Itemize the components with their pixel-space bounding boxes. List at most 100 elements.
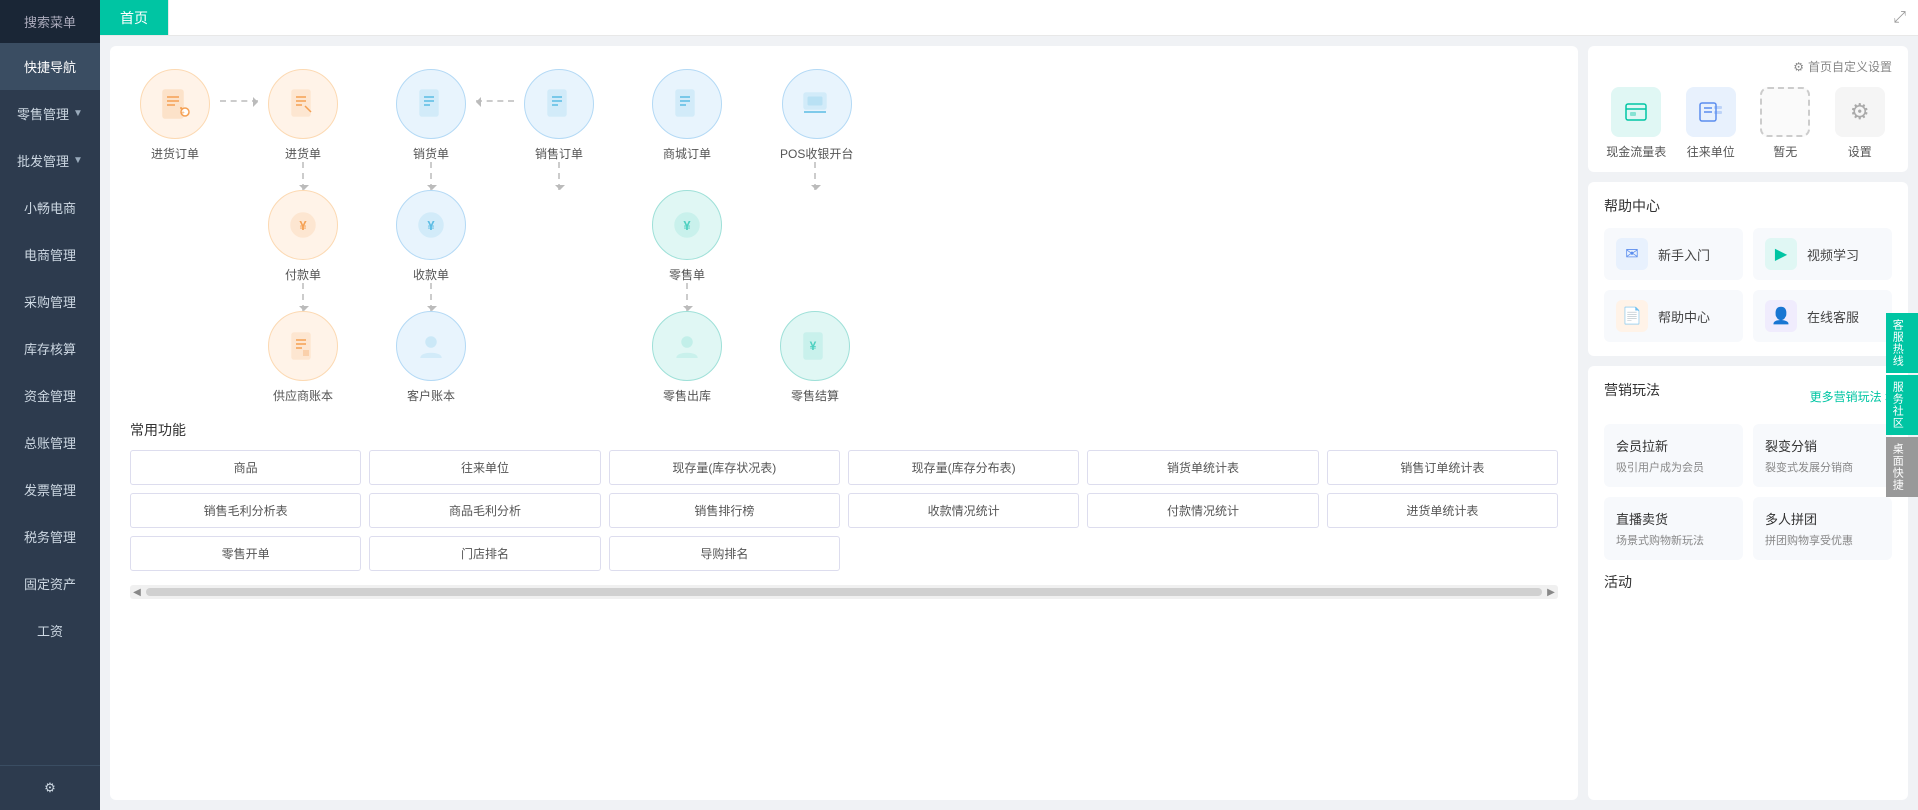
- cf-btn-sales-profit[interactable]: 销售毛利分析表: [130, 493, 361, 528]
- flow-node-retail-settle[interactable]: ¥ 零售结算: [780, 311, 850, 404]
- connector-1: [220, 66, 258, 136]
- sidebar-item-finance[interactable]: 资金管理: [0, 372, 100, 419]
- float-buttons: 客服热线 服务社区 桌面快捷: [1886, 313, 1918, 497]
- mkt-live-desc: 场景式购物新玩法: [1616, 532, 1731, 548]
- horizontal-scrollbar[interactable]: ◀ ▶: [130, 585, 1558, 599]
- tab-home[interactable]: 首页: [100, 0, 169, 35]
- help-doc-label: 帮助中心: [1658, 307, 1710, 326]
- mkt-fission-title: 裂变分销: [1765, 436, 1880, 455]
- cf-btn-retail-order[interactable]: 零售开单: [130, 536, 361, 571]
- customize-header[interactable]: ⚙ 首页自定义设置: [1604, 58, 1892, 75]
- mkt-member[interactable]: 会员拉新 吸引用户成为会员: [1604, 424, 1743, 487]
- cf-btn-sales-order-stat[interactable]: 销售订单统计表: [1327, 450, 1558, 485]
- cash-flow-label: 现金流量表: [1606, 143, 1666, 160]
- cf-btn-goods[interactable]: 商品: [130, 450, 361, 485]
- flow-node-mall-order[interactable]: 商城订单: [652, 69, 722, 162]
- sidebar-item-retail[interactable]: 零售管理 ▼: [0, 90, 100, 137]
- flow-node-supplier-account[interactable]: 供应商账本: [268, 311, 338, 404]
- left-panel: + 进货订单: [110, 46, 1578, 800]
- v-arrow-payment-out: [302, 283, 304, 311]
- cf-btn-stock2[interactable]: 现存量(库存分布表): [848, 450, 1079, 485]
- cf-btn-receipt-stat[interactable]: 收款情况统计: [848, 493, 1079, 528]
- qi-settings[interactable]: ⚙ 设置: [1828, 87, 1893, 160]
- flow-col-retail-order: ¥ 零售单: [642, 190, 732, 283]
- video-label: 视频学习: [1807, 245, 1859, 264]
- flow-col-pos: POS收银开台: [770, 69, 863, 162]
- help-item-video[interactable]: ▶ 视频学习: [1753, 228, 1892, 280]
- cf-btn-store-rank[interactable]: 门店排名: [369, 536, 600, 571]
- sidebar-item-quicknav[interactable]: 快捷导航: [0, 43, 100, 90]
- mkt-group[interactable]: 多人拼团 拼团购物享受优惠: [1753, 497, 1892, 560]
- customer-account-label: 客户账本: [407, 387, 455, 404]
- sidebar-search[interactable]: 搜索菜单: [0, 0, 100, 43]
- flow-node-payment-out[interactable]: ¥ 付款单: [268, 190, 338, 283]
- beginner-label: 新手入门: [1658, 245, 1710, 264]
- sidebar-item-inventory[interactable]: 库存核算: [0, 325, 100, 372]
- expand-icon[interactable]: ⤢: [1881, 9, 1918, 27]
- scroll-right-arrow[interactable]: ▶: [1544, 585, 1558, 599]
- cf-btn-goods-profit[interactable]: 商品毛利分析: [369, 493, 600, 528]
- payment-in-label: 收款单: [413, 266, 449, 283]
- sidebar-item-assets[interactable]: 固定资产: [0, 560, 100, 607]
- mkt-group-desc: 拼团购物享受优惠: [1765, 532, 1880, 548]
- cf-btn-sales-stat[interactable]: 销货单统计表: [1087, 450, 1318, 485]
- scroll-left-arrow[interactable]: ◀: [130, 585, 144, 599]
- help-item-help[interactable]: 📄 帮助中心: [1604, 290, 1743, 342]
- cf-btn-contacts[interactable]: 往来单位: [369, 450, 600, 485]
- flow-node-purchase-bill[interactable]: 进货单: [268, 69, 338, 162]
- sidebar-settings[interactable]: ⚙: [0, 765, 100, 810]
- scroll-thumb[interactable]: [146, 588, 1542, 596]
- help-item-service[interactable]: 👤 在线客服: [1753, 290, 1892, 342]
- sidebar-item-ledger[interactable]: 总账管理: [0, 419, 100, 466]
- flow-node-payment-in[interactable]: ¥ 收款单: [396, 190, 466, 283]
- flow-col-retail-settle: ¥ 零售结算: [770, 311, 860, 404]
- float-btn-community[interactable]: 服务社区: [1886, 375, 1918, 435]
- marketing-more[interactable]: 更多营销玩法 >: [1810, 388, 1892, 405]
- help-item-beginner[interactable]: ✉ 新手入门: [1604, 228, 1743, 280]
- flow-node-sales-bill[interactable]: 销货单: [396, 69, 466, 162]
- sidebar-item-invoice[interactable]: 发票管理: [0, 466, 100, 513]
- sidebar-item-salary[interactable]: 工资: [0, 607, 100, 654]
- flow-node-retail-order[interactable]: ¥ 零售单: [652, 190, 722, 283]
- contacts-icon: [1686, 87, 1736, 137]
- float-btn-service[interactable]: 客服热线: [1886, 313, 1918, 373]
- sidebar-item-xiaochang[interactable]: 小畅电商: [0, 184, 100, 231]
- marketing-grid: 会员拉新 吸引用户成为会员 裂变分销 裂变式发展分销商 直播卖货 场景式购物新玩…: [1604, 424, 1892, 560]
- cf-btn-purchase-stat[interactable]: 进货单统计表: [1327, 493, 1558, 528]
- v-arrow-purchase-bill: [302, 162, 304, 190]
- sales-bill-icon: [396, 69, 466, 139]
- help-grid: ✉ 新手入门 ▶ 视频学习 📄 帮助中心 👤 在线客服: [1604, 228, 1892, 342]
- cf-btn-sales-rank[interactable]: 销售排行榜: [609, 493, 840, 528]
- service-label: 在线客服: [1807, 307, 1859, 326]
- float-btn-desktop[interactable]: 桌面快捷: [1886, 437, 1918, 497]
- sidebar-item-ecom[interactable]: 电商管理: [0, 231, 100, 278]
- supplier-account-label: 供应商账本: [273, 387, 333, 404]
- sidebar-item-purchase[interactable]: 采购管理: [0, 278, 100, 325]
- cf-btn-guide-rank[interactable]: 导购排名: [609, 536, 840, 571]
- flow-col-customer-account: 客户账本: [386, 311, 476, 404]
- none-icon: [1760, 87, 1810, 137]
- sidebar-item-tax[interactable]: 税务管理: [0, 513, 100, 560]
- flow-node-purchase-order[interactable]: + 进货订单: [140, 69, 210, 162]
- flow-node-sales-order[interactable]: 销售订单: [524, 69, 594, 162]
- qi-contacts[interactable]: 往来单位: [1679, 87, 1744, 160]
- v-arrow-sales-bill: [430, 162, 432, 190]
- qi-none[interactable]: 暂无: [1753, 87, 1818, 160]
- qi-cash-flow[interactable]: 现金流量表: [1604, 87, 1669, 160]
- v-arrow-payment-in: [430, 283, 432, 311]
- right-panel: ⚙ 首页自定义设置 现金流量表 往来单位: [1588, 46, 1908, 800]
- cf-btn-stock1[interactable]: 现存量(库存状况表): [609, 450, 840, 485]
- mkt-live[interactable]: 直播卖货 场景式购物新玩法: [1604, 497, 1743, 560]
- chevron-down-icon: ▼: [73, 155, 83, 166]
- flow-col-payment-out: ¥ 付款单: [258, 190, 348, 283]
- svg-text:¥: ¥: [299, 218, 307, 233]
- contacts-label: 往来单位: [1687, 143, 1735, 160]
- flow-node-pos[interactable]: POS收银开台: [780, 69, 853, 162]
- flow-node-retail-out[interactable]: 零售出库: [652, 311, 722, 404]
- mkt-fission[interactable]: 裂变分销 裂变式发展分销商: [1753, 424, 1892, 487]
- cf-btn-payment-stat[interactable]: 付款情况统计: [1087, 493, 1318, 528]
- sidebar-inventory-label: 库存核算: [24, 339, 76, 358]
- purchase-order-icon: +: [140, 69, 210, 139]
- flow-node-customer-account[interactable]: 客户账本: [396, 311, 466, 404]
- sidebar-item-wholesale[interactable]: 批发管理 ▼: [0, 137, 100, 184]
